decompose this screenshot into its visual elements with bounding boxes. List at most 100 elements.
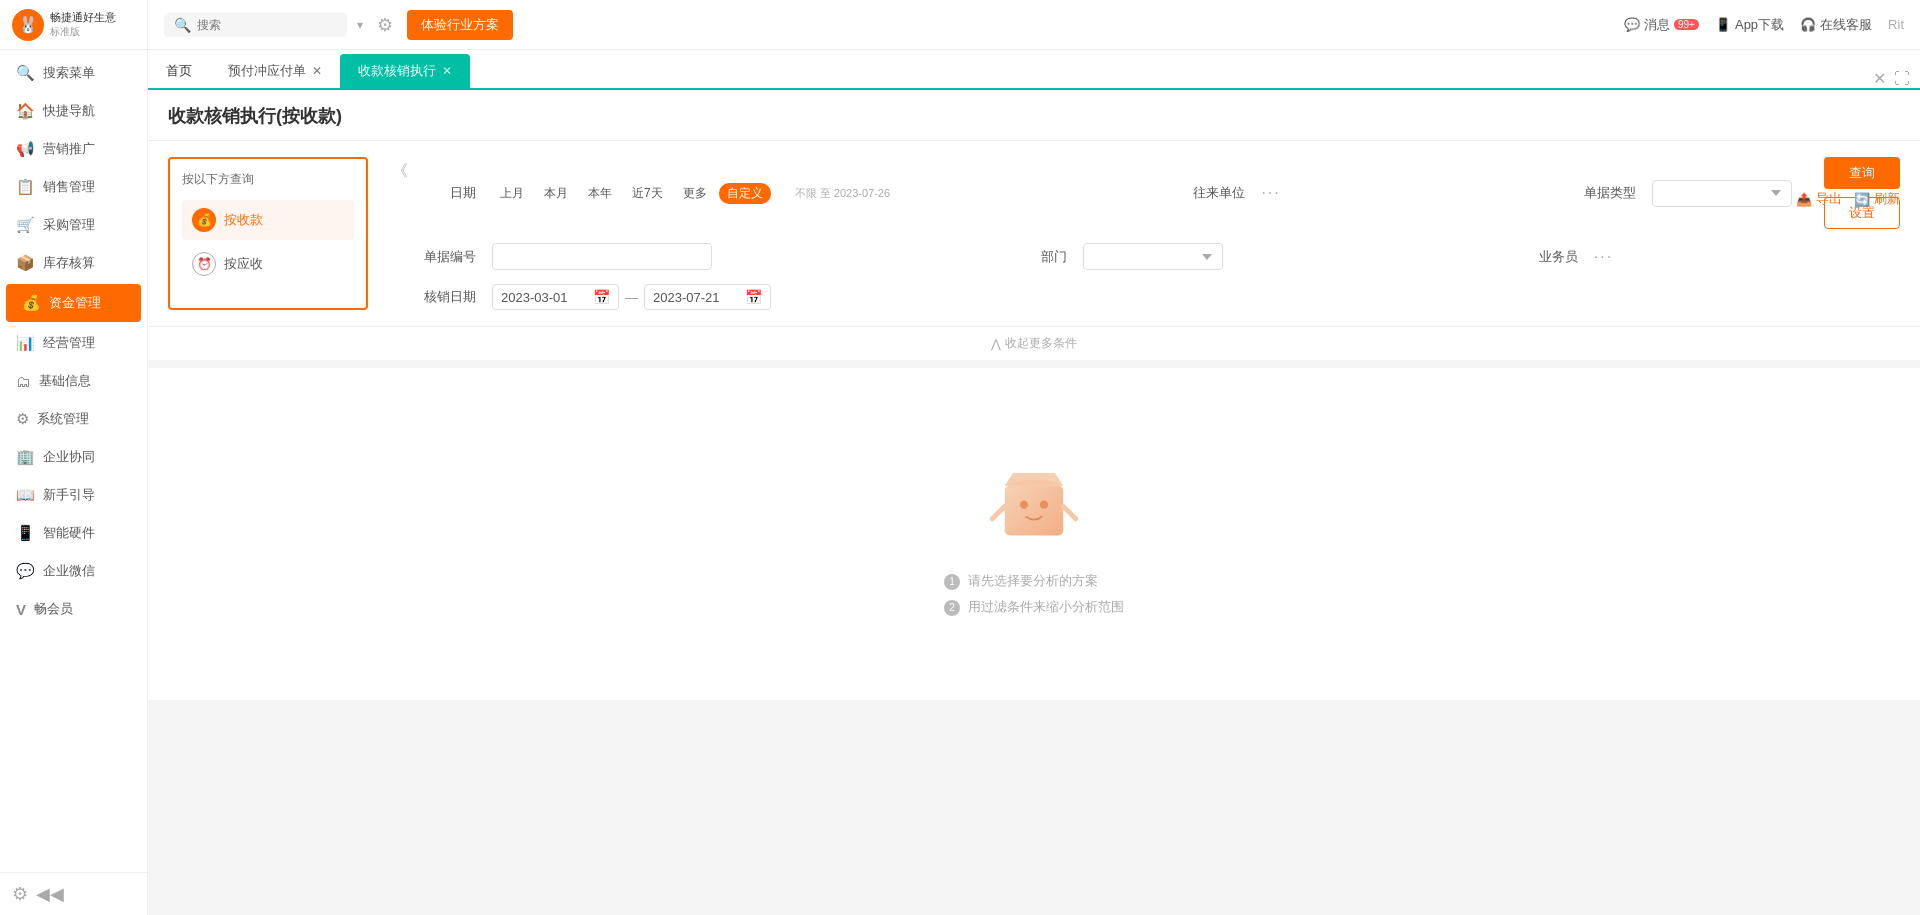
refresh-icon: 🔄 [1854, 192, 1870, 207]
sidebar: 🐰 畅捷通好生意 标准版 🔍 搜索菜单 🏠 快捷导航 📢 营销推广 📋 销售管理… [0, 0, 148, 915]
message-badge: 99+ [1674, 19, 1699, 30]
collapse-panel-btn[interactable]: 《 [392, 161, 408, 182]
sidebar-item-system[interactable]: ⚙ 系统管理 [0, 400, 147, 438]
offset-date-from-wrap[interactable]: 📅 [492, 284, 619, 310]
sidebar-item-finance[interactable]: 💰 资金管理 [6, 284, 141, 322]
export-btn[interactable]: 📤 导出 [1796, 190, 1842, 208]
message-btn[interactable]: 💬 消息 99+ [1624, 16, 1699, 34]
svg-rect-0 [1005, 486, 1063, 536]
purchase-icon: 🛒 [16, 216, 35, 234]
tab-receipt-close[interactable]: ✕ [442, 64, 452, 78]
cal-from-icon[interactable]: 📅 [593, 289, 610, 305]
sidebar-item-purchase[interactable]: 🛒 采购管理 [0, 206, 147, 244]
phone-icon: 📱 [1715, 17, 1731, 32]
smart-hw-icon: 📱 [16, 524, 35, 542]
query-type-by-receivable[interactable]: ⏰ 按应收 [182, 244, 354, 284]
counterpart-dots[interactable]: ··· [1261, 184, 1280, 202]
search-input[interactable] [197, 18, 337, 32]
shortcut-last-month[interactable]: 上月 [492, 183, 532, 204]
collapse-sidebar-icon[interactable]: ◀◀ [36, 883, 64, 905]
query-btn[interactable]: 查询 [1824, 157, 1900, 189]
sidebar-item-guide[interactable]: 📖 新手引导 [0, 476, 147, 514]
home-icon: 🏠 [16, 102, 35, 120]
tab-prepay-close[interactable]: ✕ [312, 64, 322, 78]
sidebar-item-smart-hw[interactable]: 📱 智能硬件 [0, 514, 147, 552]
svg-line-4 [1063, 506, 1076, 518]
topbar-gear-icon[interactable]: ⚙ [377, 14, 393, 36]
shortcut-7days[interactable]: 近7天 [624, 183, 671, 204]
offset-date-from[interactable] [501, 290, 589, 305]
tab-close-all-icon[interactable]: ✕ [1873, 69, 1886, 88]
empty-tips: 请先选择要分析的方案 用过滤条件来缩小分析范围 [944, 568, 1124, 620]
staff-dots[interactable]: ··· [1594, 248, 1613, 266]
sidebar-item-collab[interactable]: 🏢 企业协同 [0, 438, 147, 476]
page-top-actions: 📤 导出 🔄 刷新 [1796, 190, 1900, 208]
sidebar-item-label: 经营管理 [43, 334, 95, 352]
service-icon: 🎧 [1800, 17, 1816, 32]
online-service-btn[interactable]: 🎧 在线客服 [1800, 16, 1872, 34]
app-logo: 🐰 畅捷通好生意 标准版 [0, 0, 147, 50]
filter-row-3: 核销日期 📅 — 📅 [424, 284, 1900, 310]
content-area: 收款核销执行(按收款) 📤 导出 🔄 刷新 按以下方查 [148, 90, 1920, 915]
basic-info-icon: 🗂 [16, 373, 31, 390]
app-download-btn[interactable]: 📱 App下载 [1715, 16, 1784, 34]
tab-expand-icon[interactable]: ⛶ [1894, 70, 1910, 88]
staff-label: 业务员 [1526, 248, 1578, 266]
offset-date-to[interactable] [653, 290, 741, 305]
wechat-icon: 💬 [16, 562, 35, 580]
empty-illustration [984, 448, 1084, 548]
dept-select[interactable] [1083, 243, 1223, 270]
sidebar-item-basic-info[interactable]: 🗂 基础信息 [0, 362, 147, 400]
doc-type-select[interactable] [1652, 180, 1792, 207]
app-version: 标准版 [50, 25, 116, 39]
message-icon: 💬 [1624, 17, 1640, 32]
date-separator: — [625, 290, 638, 305]
filter-fields: 日期 上月 本月 本年 近7天 更多 自定义 不限 至 2023-07-26 [424, 157, 1900, 310]
main-area: 🔍 ▾ ⚙ 体验行业方案 💬 消息 99+ 📱 App下载 🎧 在线客服 Rit [148, 0, 1920, 915]
svg-point-2 [1040, 501, 1048, 509]
sidebar-item-search[interactable]: 🔍 搜索菜单 [0, 54, 147, 92]
refresh-btn[interactable]: 🔄 刷新 [1854, 190, 1900, 208]
sidebar-item-label: 企业微信 [43, 562, 95, 580]
sales-icon: 📋 [16, 178, 35, 196]
topbar-chevron-icon[interactable]: ▾ [357, 18, 363, 32]
tab-prepay-label: 预付冲应付单 [228, 62, 306, 80]
sidebar-item-operations[interactable]: 📊 经营管理 [0, 324, 147, 362]
solution-btn[interactable]: 体验行业方案 [407, 10, 513, 40]
sidebar-item-label: 库存核算 [43, 254, 95, 272]
query-type-by-receipt[interactable]: 💰 按收款 [182, 200, 354, 240]
shortcut-custom[interactable]: 自定义 [719, 183, 771, 204]
empty-tip-1: 请先选择要分析的方案 [944, 568, 1124, 594]
doc-no-input[interactable] [492, 243, 712, 270]
tab-prepay[interactable]: 预付冲应付单 ✕ [210, 54, 340, 90]
topbar-user[interactable]: Rit [1888, 17, 1904, 32]
offset-date-to-wrap[interactable]: 📅 [644, 284, 771, 310]
finance-icon: 💰 [22, 294, 41, 312]
sidebar-item-quick-nav[interactable]: 🏠 快捷导航 [0, 92, 147, 130]
settings-bottom-icon[interactable]: ⚙ [12, 883, 28, 905]
page-header: 收款核销执行(按收款) 📤 导出 🔄 刷新 [148, 90, 1920, 141]
query-type-title: 按以下方查询 [182, 171, 354, 188]
sidebar-item-label: 资金管理 [49, 294, 101, 312]
sidebar-item-label: 企业协同 [43, 448, 95, 466]
date-label: 日期 [424, 184, 476, 202]
collapse-more-bar[interactable]: ⋀ 收起更多条件 [148, 326, 1920, 360]
logo-icon: 🐰 [12, 9, 44, 41]
sidebar-item-label: 营销推广 [43, 140, 95, 158]
sidebar-item-sales[interactable]: 📋 销售管理 [0, 168, 147, 206]
sidebar-item-marketing[interactable]: 📢 营销推广 [0, 130, 147, 168]
sidebar-item-label: 快捷导航 [43, 102, 95, 120]
sidebar-item-inventory[interactable]: 📦 库存核算 [0, 244, 147, 282]
shortcut-this-month[interactable]: 本月 [536, 183, 576, 204]
sidebar-item-wechat-biz[interactable]: 💬 企业微信 [0, 552, 147, 590]
tab-home[interactable]: 首页 [148, 54, 210, 90]
shortcut-this-year[interactable]: 本年 [580, 183, 620, 204]
sidebar-item-member[interactable]: V 畅会员 [0, 590, 147, 628]
filter-row-2: 单据编号 部门 业务员 ··· [424, 243, 1900, 270]
shortcut-more[interactable]: 更多 [675, 183, 715, 204]
operations-icon: 📊 [16, 334, 35, 352]
cal-to-icon[interactable]: 📅 [745, 289, 762, 305]
topbar-search-box[interactable]: 🔍 [164, 13, 347, 37]
tabbar-actions: ✕ ⛶ [1863, 69, 1920, 88]
tab-receipt-offset[interactable]: 收款核销执行 ✕ [340, 54, 470, 90]
